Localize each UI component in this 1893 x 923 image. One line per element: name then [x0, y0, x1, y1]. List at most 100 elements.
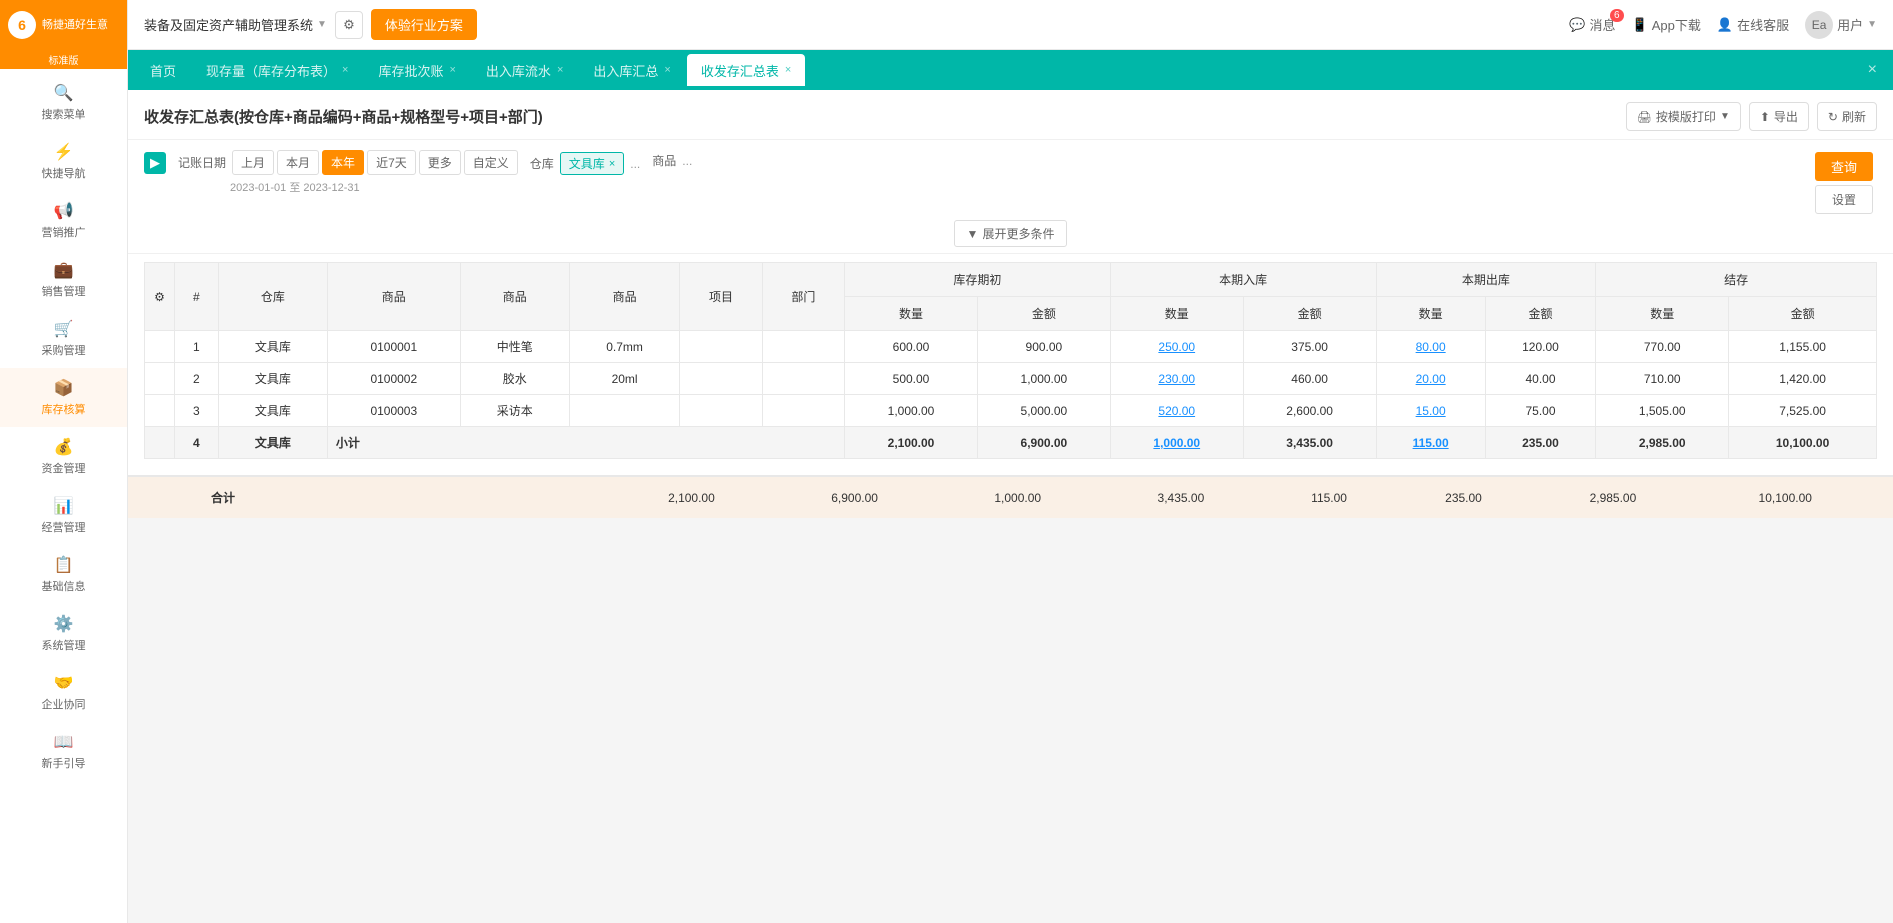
tab-summary-close[interactable]: ×: [664, 64, 670, 76]
date-this-month[interactable]: 本月: [277, 150, 319, 175]
sidebar-label-basic: 基础信息: [42, 578, 86, 594]
set-button[interactable]: 设置: [1815, 185, 1873, 214]
row1-code: 0100001: [327, 331, 460, 363]
sidebar-item-purchase[interactable]: 🛒 采购管理: [0, 309, 127, 368]
sidebar-label-purchase: 采购管理: [42, 342, 86, 358]
sub-close-qty: 2,985.00: [1596, 427, 1729, 459]
col-settings-header[interactable]: ⚙: [145, 263, 175, 331]
total-close-amt: 10,100.00: [1696, 487, 1876, 508]
sidebar-item-sales[interactable]: 💼 销售管理: [0, 250, 127, 309]
row1-name: 中性笔: [460, 331, 569, 363]
product-more[interactable]: ...: [682, 154, 692, 168]
tab-inventory-dist-close[interactable]: ×: [342, 64, 348, 76]
app-download-item[interactable]: 📱 App下载: [1632, 15, 1701, 34]
tab-bar: 首页 现存量（库存分布表） × 库存批次账 × 出入库流水 × 出入库汇总 × …: [128, 50, 1893, 90]
sub-open-qty: 2,100.00: [845, 427, 978, 459]
date-this-year[interactable]: 本年: [322, 150, 364, 175]
sidebar-item-basic[interactable]: 📋 基础信息: [0, 545, 127, 604]
refresh-icon: ↻: [1828, 110, 1838, 124]
col-inbound-header: 本期入库: [1110, 263, 1376, 297]
subtotal-row: 4 文具库 小计 2,100.00 6,900.00 1,000.00 3,43…: [145, 427, 1877, 459]
date-last-month[interactable]: 上月: [232, 150, 274, 175]
warehouse-more[interactable]: ...: [630, 157, 640, 171]
print-button[interactable]: 🖨 按模版打印 ▼: [1626, 102, 1741, 131]
tab-summary[interactable]: 出入库汇总 ×: [579, 54, 684, 86]
warehouse-remove[interactable]: ×: [609, 158, 615, 170]
row2-warehouse: 文具库: [218, 363, 327, 395]
tab-recv-summary-close[interactable]: ×: [785, 64, 791, 76]
expand-label: 展开更多条件: [982, 225, 1054, 242]
row1-in-amt: 375.00: [1243, 331, 1376, 363]
total-label: 合计: [205, 487, 304, 508]
sidebar-item-finance[interactable]: 💰 资金管理: [0, 427, 127, 486]
sidebar-item-newbie[interactable]: 📖 新手引导: [0, 722, 127, 781]
tab-home[interactable]: 首页: [136, 54, 190, 86]
col-closing-header: 结存: [1596, 263, 1877, 297]
header-left: 装备及固定资产辅助管理系统 ▼ ⚙ 体验行业方案: [144, 9, 477, 40]
system-selector[interactable]: 装备及固定资产辅助管理系统 ▼: [144, 15, 327, 34]
sidebar-item-system[interactable]: ⚙️ 系统管理: [0, 604, 127, 663]
tab-inventory-dist-label: 现存量（库存分布表）: [206, 61, 336, 80]
sidebar-item-inventory[interactable]: 📦 库存核算: [0, 368, 127, 427]
total-bar: 合计 2,100.00 6,900.00 1,000.00 3,435.00 1…: [128, 475, 1893, 518]
row1-dept: [762, 331, 844, 363]
out-qty-header: 数量: [1376, 297, 1485, 331]
main-area: 装备及固定资产辅助管理系统 ▼ ⚙ 体验行业方案 💬 消息 6 📱 App下载 …: [128, 0, 1893, 923]
tab-recv-summary[interactable]: 收发存汇总表 ×: [687, 54, 805, 86]
out-amt-header: 金额: [1485, 297, 1596, 331]
row2-out-qty[interactable]: 20.00: [1376, 363, 1485, 395]
col-name-header: 商品: [460, 263, 569, 331]
top-header: 装备及固定资产辅助管理系统 ▼ ⚙ 体验行业方案 💬 消息 6 📱 App下载 …: [128, 0, 1893, 50]
service-icon: 👤: [1717, 17, 1733, 33]
tab-flow-close[interactable]: ×: [557, 64, 563, 76]
warehouse-name: 文具库: [569, 155, 605, 172]
row3-close-qty: 1,505.00: [1596, 395, 1729, 427]
row3-dept: [762, 395, 844, 427]
online-service-item[interactable]: 👤 在线客服: [1717, 15, 1789, 34]
expand-conditions-button[interactable]: ▼ 展开更多条件: [954, 220, 1068, 247]
row3-in-qty[interactable]: 520.00: [1110, 395, 1243, 427]
query-button[interactable]: 查询: [1815, 152, 1873, 181]
tab-inventory-dist[interactable]: 现存量（库存分布表） ×: [192, 54, 362, 86]
sub-open-amt: 6,900.00: [977, 427, 1110, 459]
date-7days[interactable]: 近7天: [367, 150, 416, 175]
row2-index: 2: [175, 363, 219, 395]
refresh-button[interactable]: ↻ 刷新: [1817, 102, 1877, 131]
sales-icon: 💼: [54, 260, 74, 280]
row3-in-amt: 2,600.00: [1243, 395, 1376, 427]
date-label: 记账日期: [178, 154, 226, 171]
filter-expand-arrow[interactable]: ▶: [144, 152, 166, 174]
settings-button[interactable]: ⚙: [335, 11, 363, 39]
expand-arrow-icon: ▼: [967, 227, 979, 241]
sidebar-item-search[interactable]: 🔍 搜索菜单: [0, 73, 127, 132]
table-row: 3 文具库 0100003 采访本 1,000.00 5,000.00 520.…: [145, 395, 1877, 427]
row1-in-qty[interactable]: 250.00: [1110, 331, 1243, 363]
date-more[interactable]: 更多: [419, 150, 461, 175]
tab-bar-close[interactable]: ×: [1860, 61, 1885, 79]
sidebar-item-quicknav[interactable]: ⚡ 快捷导航: [0, 132, 127, 191]
system-icon: ⚙️: [54, 614, 74, 634]
date-custom[interactable]: 自定义: [464, 150, 518, 175]
row3-out-qty[interactable]: 15.00: [1376, 395, 1485, 427]
data-table: ⚙ # 仓库 商品 商品 商品 项目 部门 库存期初 本期入库 本期出库 结存: [144, 262, 1877, 459]
message-item[interactable]: 💬 消息 6: [1569, 15, 1615, 34]
sidebar-label-operation: 经营管理: [42, 519, 86, 535]
sidebar-item-collab[interactable]: 🤝 企业协同: [0, 663, 127, 722]
row1-project: [680, 331, 762, 363]
sub-in-qty[interactable]: 1,000.00: [1110, 427, 1243, 459]
row2-in-qty[interactable]: 230.00: [1110, 363, 1243, 395]
sidebar-item-operation[interactable]: 📊 经营管理: [0, 486, 127, 545]
tab-flow[interactable]: 出入库流水 ×: [472, 54, 577, 86]
row1-out-qty[interactable]: 80.00: [1376, 331, 1485, 363]
user-item[interactable]: Ea 用户 ▼: [1805, 11, 1877, 39]
message-icon: 💬: [1569, 17, 1585, 33]
sidebar-item-marketing[interactable]: 📢 营销推广: [0, 191, 127, 250]
trial-button[interactable]: 体验行业方案: [371, 9, 477, 40]
tab-batch-ledger[interactable]: 库存批次账 ×: [364, 54, 469, 86]
export-button[interactable]: ⬆ 导出: [1749, 102, 1809, 131]
online-service-label: 在线客服: [1737, 15, 1789, 34]
open-qty-header: 数量: [845, 297, 978, 331]
tab-batch-ledger-close[interactable]: ×: [449, 64, 455, 76]
sidebar-label-quicknav: 快捷导航: [42, 165, 86, 181]
sub-out-qty[interactable]: 115.00: [1376, 427, 1485, 459]
